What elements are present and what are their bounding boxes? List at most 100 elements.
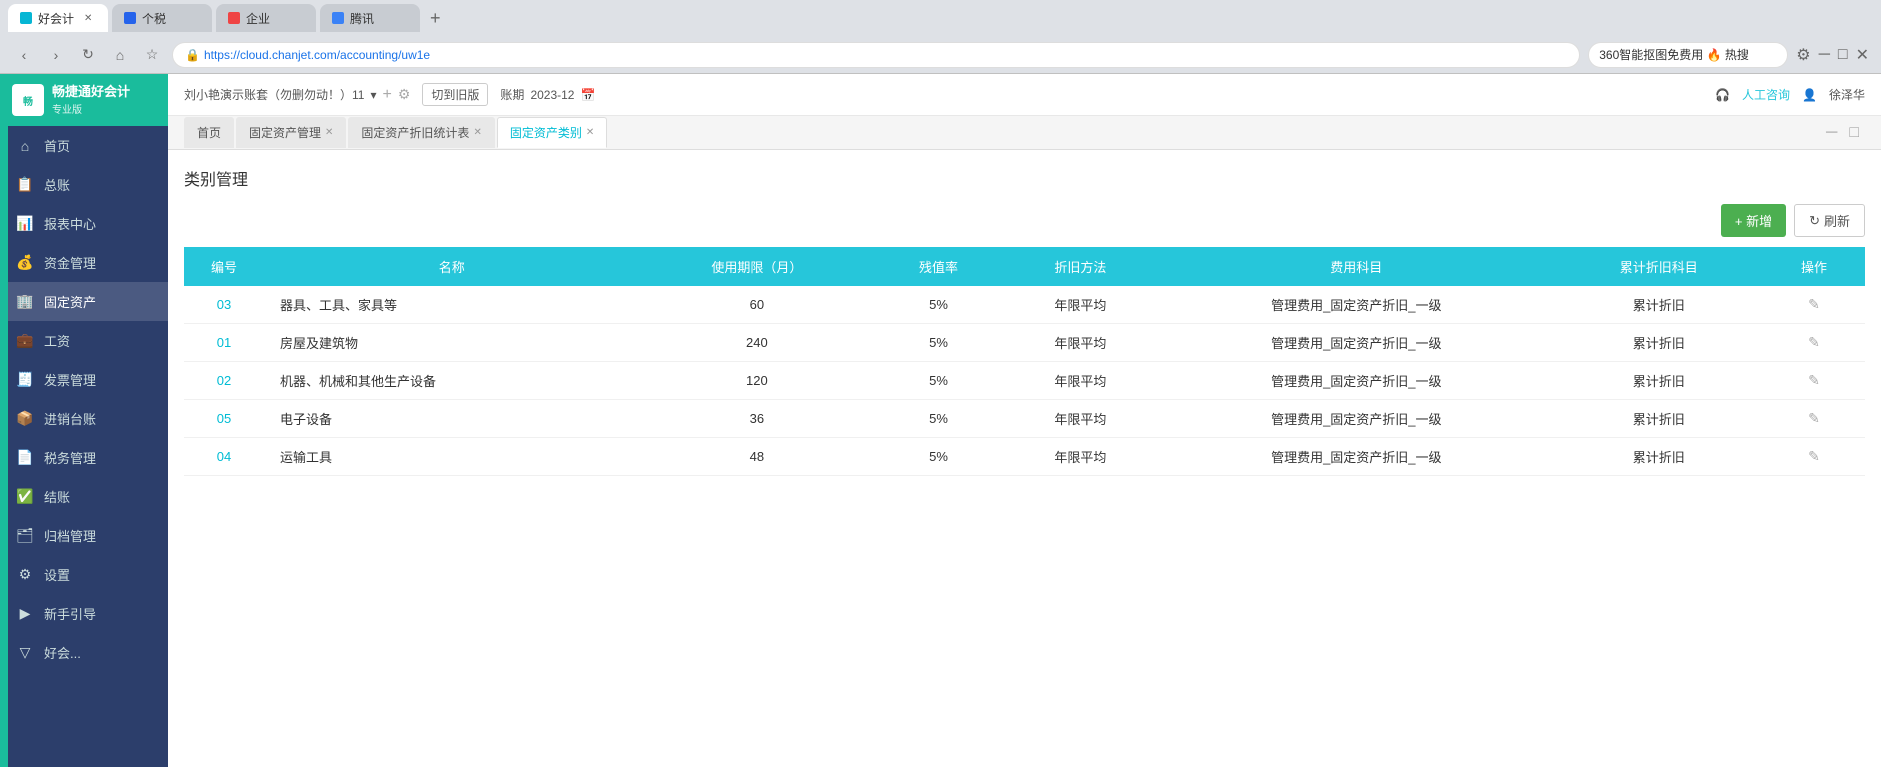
switch-version-btn[interactable]: 切到旧版 — [422, 83, 488, 106]
tab-category-label: 固定资产类别 — [510, 124, 582, 141]
sidebar-item-guide[interactable]: ▶ 新手引导 — [0, 594, 168, 633]
tab-depreciation-close[interactable]: ✕ — [473, 127, 481, 138]
col-header-code: 编号 — [184, 247, 264, 286]
browser-tab-other[interactable]: 个税 — [112, 4, 212, 32]
cell-code-3: 05 — [184, 400, 264, 438]
category-table: 编号 名称 使用期限（月） 残值率 折旧方法 费用科目 累计折旧科目 操作 03… — [184, 247, 1865, 476]
tab-depreciation-label: 固定资产折旧统计表 — [361, 124, 469, 141]
star-btn[interactable]: ☆ — [140, 43, 164, 67]
sidebar-item-funds[interactable]: 💰 资金管理 — [0, 243, 168, 282]
sidebar-item-settings[interactable]: ⚙ 设置 — [0, 555, 168, 594]
cell-name-3: 电子设备 — [264, 400, 640, 438]
url-input[interactable]: 🔒 https://cloud.chanjet.com/accounting/u… — [172, 42, 1580, 68]
new-tab-btn[interactable]: + — [424, 8, 447, 29]
tab-close-icon[interactable]: ✕ — [84, 13, 92, 24]
home-btn[interactable]: ⌂ — [108, 43, 132, 67]
table-header-row: 编号 名称 使用期限（月） 残值率 折旧方法 费用科目 累计折旧科目 操作 — [184, 247, 1865, 286]
main-content: 类别管理 + 新增 ↻ 刷新 编号 名称 使用期限（月） 残值率 折旧方法 — [168, 150, 1881, 767]
cell-op-4: ✎ — [1763, 438, 1865, 476]
browser-tab-other3[interactable]: 腾讯 — [320, 4, 420, 32]
window-max-btn[interactable]: □ — [1843, 124, 1865, 142]
search-bar[interactable]: 360智能抠图免费用 🔥 热搜 — [1588, 42, 1788, 68]
period-label: 账期 — [500, 86, 524, 103]
tab-fixed-asset-mgmt[interactable]: 固定资产管理 ✕ — [236, 117, 346, 148]
cell-op-0: ✎ — [1763, 286, 1865, 324]
service-label[interactable]: 人工咨询 — [1742, 86, 1790, 103]
cell-expense-3: 管理费用_固定资产折旧_一级 — [1158, 400, 1555, 438]
tab-category-close[interactable]: ✕ — [586, 127, 594, 138]
page-tabs: 首页 固定资产管理 ✕ 固定资产折旧统计表 ✕ 固定资产类别 ✕ ─ □ — [168, 116, 1881, 150]
extensions-icon[interactable]: ⚙ — [1796, 45, 1810, 65]
sidebar-item-reports[interactable]: 📊 报表中心 — [0, 204, 168, 243]
tab-depreciation-table[interactable]: 固定资产折旧统计表 ✕ — [348, 117, 494, 148]
sidebar-item-tax[interactable]: 📄 税务管理 — [0, 438, 168, 477]
ledger-icon: 📋 — [16, 176, 34, 194]
cell-method-0: 年限平均 — [1003, 286, 1158, 324]
home-icon: ⌂ — [16, 137, 34, 155]
cell-residual-1: 5% — [874, 324, 1003, 362]
archive-icon: 🗂 — [16, 527, 34, 545]
add-category-btn[interactable]: + 新增 — [1721, 204, 1786, 237]
sidebar-label-more: 好会... — [44, 643, 81, 662]
sidebar-item-fixed-assets[interactable]: 🏢 固定资产 — [0, 282, 168, 321]
sidebar-item-ledger[interactable]: 📋 总账 — [0, 165, 168, 204]
col-header-period: 使用期限（月） — [640, 247, 875, 286]
cell-expense-0: 管理费用_固定资产折旧_一级 — [1158, 286, 1555, 324]
dropdown-arrow[interactable]: ▾ — [370, 88, 376, 102]
tab-home[interactable]: 首页 — [184, 117, 234, 148]
invoice-icon: 🧾 — [16, 371, 34, 389]
edit-btn-0[interactable]: ✎ — [1808, 296, 1820, 312]
cell-code-0: 03 — [184, 286, 264, 324]
service-icon: 🎧 — [1715, 88, 1730, 102]
sidebar-item-archive[interactable]: 🗂 归档管理 — [0, 516, 168, 555]
browser-tab-active[interactable]: 好会计 ✕ — [8, 4, 108, 32]
close-icon[interactable]: ✕ — [1856, 45, 1869, 65]
edit-btn-1[interactable]: ✎ — [1808, 334, 1820, 350]
minimize-icon[interactable]: ─ — [1819, 46, 1830, 64]
cell-residual-0: 5% — [874, 286, 1003, 324]
sidebar-label-tax: 税务管理 — [44, 448, 96, 467]
cell-residual-2: 5% — [874, 362, 1003, 400]
logo-char: 畅 — [23, 93, 33, 108]
cell-period-0: 60 — [640, 286, 875, 324]
user-account-name: 刘小艳演示账套（勿删勿动！）11 — [184, 86, 364, 103]
tab-label4: 腾讯 — [350, 10, 374, 27]
calendar-icon[interactable]: 📅 — [580, 88, 595, 102]
cell-expense-1: 管理费用_固定资产折旧_一级 — [1158, 324, 1555, 362]
cell-accum-4: 累计折旧 — [1555, 438, 1763, 476]
refresh-btn[interactable]: ↻ 刷新 — [1794, 204, 1865, 237]
browser-tab-other2[interactable]: 企业 — [216, 4, 316, 32]
back-btn[interactable]: ‹ — [12, 43, 36, 67]
reload-btn[interactable]: ↻ — [76, 43, 100, 67]
sidebar-item-closing[interactable]: ✅ 结账 — [0, 477, 168, 516]
sidebar-item-more[interactable]: ▽ 好会... — [0, 633, 168, 672]
table-toolbar: + 新增 ↻ 刷新 — [184, 204, 1865, 237]
sidebar-item-invoice[interactable]: 🧾 发票管理 — [0, 360, 168, 399]
maximize-icon[interactable]: □ — [1838, 46, 1848, 64]
sidebar-item-inventory[interactable]: 📦 进销台账 — [0, 399, 168, 438]
table-row: 05 电子设备 36 5% 年限平均 管理费用_固定资产折旧_一级 累计折旧 ✎ — [184, 400, 1865, 438]
edit-btn-3[interactable]: ✎ — [1808, 410, 1820, 426]
col-header-method: 折旧方法 — [1003, 247, 1158, 286]
page-title: 类别管理 — [184, 166, 1865, 190]
sidebar-item-payroll[interactable]: 💼 工资 — [0, 321, 168, 360]
cell-accum-2: 累计折旧 — [1555, 362, 1763, 400]
settings-gear-icon[interactable]: ⚙ — [398, 86, 411, 103]
edit-btn-2[interactable]: ✎ — [1808, 372, 1820, 388]
browser-toolbar: ⚙ ─ □ ✕ — [1796, 45, 1869, 65]
tab-asset-category[interactable]: 固定资产类别 ✕ — [497, 117, 607, 148]
sidebar-logo: 畅 畅捷通好会计 专业版 — [0, 74, 168, 126]
tab-asset-mgmt-close[interactable]: ✕ — [325, 127, 333, 138]
add-account-btn[interactable]: + — [383, 86, 392, 104]
sidebar-label-funds: 资金管理 — [44, 253, 96, 272]
forward-btn[interactable]: › — [44, 43, 68, 67]
edit-btn-4[interactable]: ✎ — [1808, 448, 1820, 464]
cell-name-2: 机器、机械和其他生产设备 — [264, 362, 640, 400]
tab-label2: 个税 — [142, 10, 166, 27]
address-bar: ‹ › ↻ ⌂ ☆ 🔒 https://cloud.chanjet.com/ac… — [0, 36, 1881, 74]
window-min-btn[interactable]: ─ — [1820, 124, 1843, 142]
sidebar-item-home[interactable]: ⌂ 首页 — [0, 126, 168, 165]
inventory-icon: 📦 — [16, 410, 34, 428]
tab-favicon2 — [124, 12, 136, 24]
cell-op-1: ✎ — [1763, 324, 1865, 362]
